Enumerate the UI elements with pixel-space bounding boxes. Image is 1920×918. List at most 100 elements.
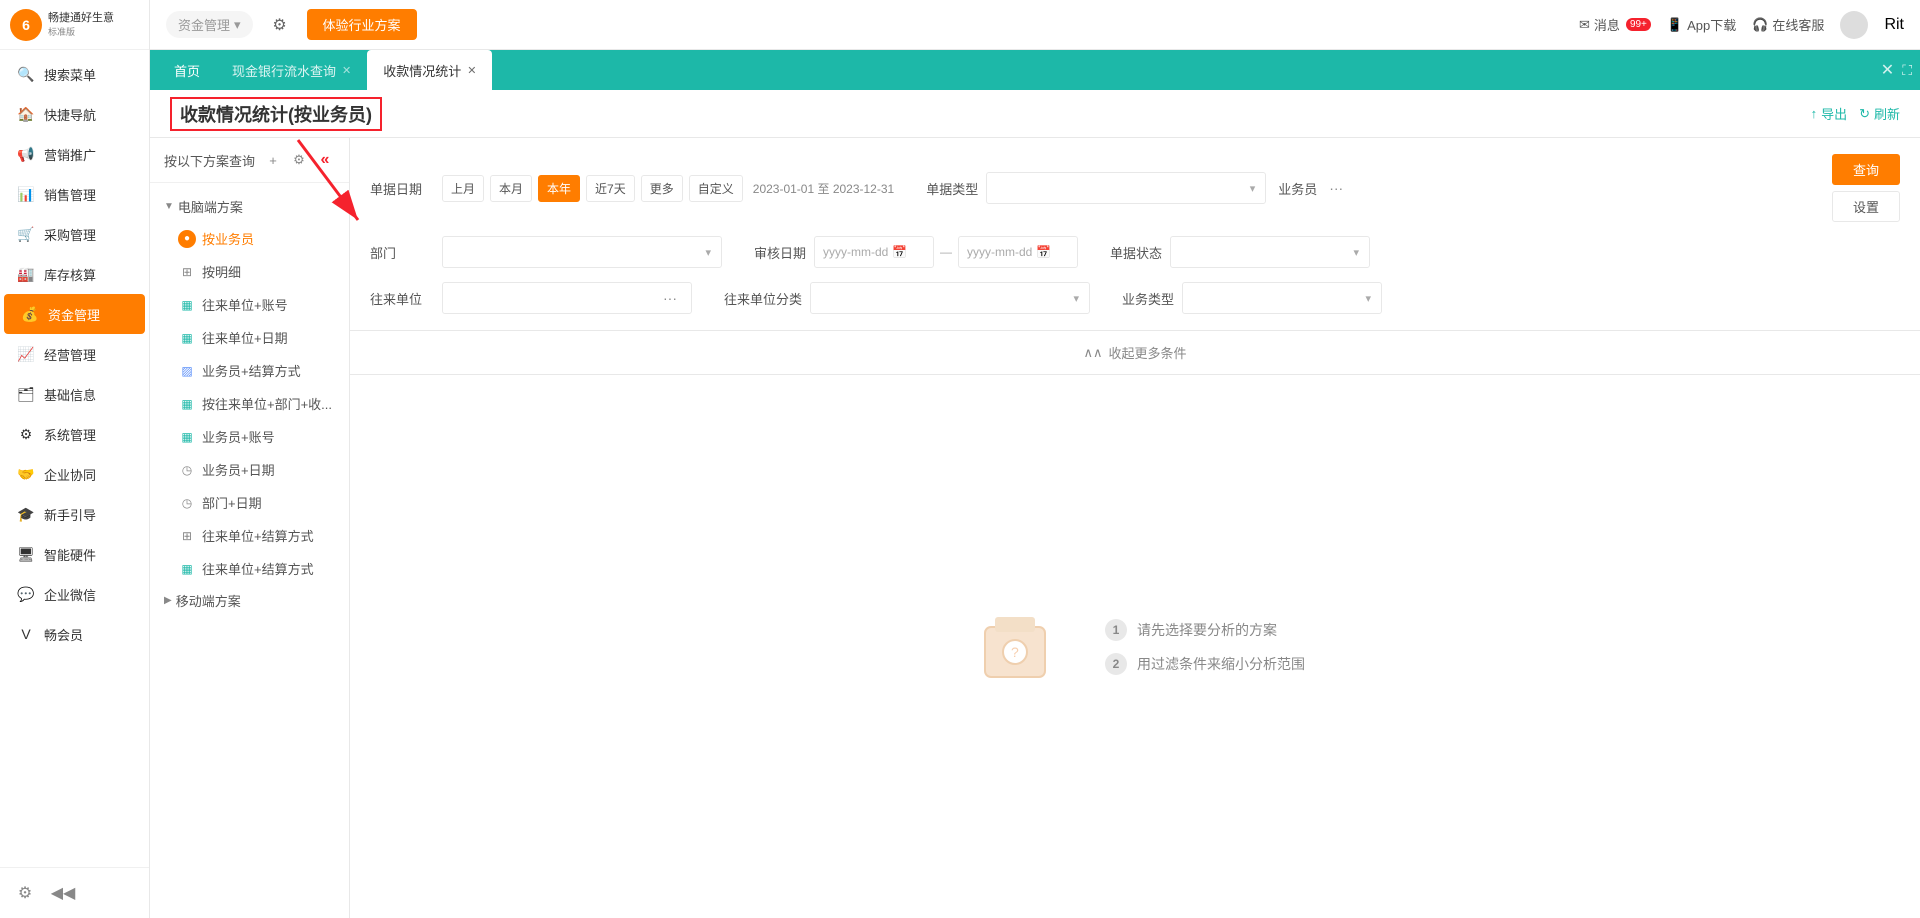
basic-info-icon: 🗂 — [16, 384, 36, 404]
collapse-more-conditions[interactable]: ∧∧ 收起更多条件 — [350, 331, 1920, 375]
refresh-button[interactable]: ↻ 刷新 — [1859, 104, 1900, 123]
collapse-arrow-icon: ∧∧ — [1083, 345, 1102, 361]
date-btn-last-7days[interactable]: 近7天 — [586, 175, 635, 202]
message-label: 消息 — [1594, 15, 1620, 34]
sidebar-item-system[interactable]: ⚙ 系统管理 — [0, 414, 149, 454]
tree-item-counterparty-date[interactable]: ▦ 往来单位+日期 — [150, 321, 349, 354]
header-gear-button[interactable]: ⚙ — [265, 10, 295, 40]
tree-item-salesperson-settlement[interactable]: ▨ 业务员+结算方式 — [150, 354, 349, 387]
close-all-tabs-button[interactable]: ✕ — [1881, 60, 1894, 80]
salesperson-icon: ● — [178, 230, 196, 248]
tree-item-counterparty-dept-collect[interactable]: ▦ 按往来单位+部门+收... — [150, 387, 349, 420]
tree-item-dept-date[interactable]: ◷ 部门+日期 — [150, 486, 349, 519]
date-filter-group: 上月 本月 本年 近7天 更多 自定义 2023-01-01 至 2023-12… — [442, 175, 894, 202]
tree-section: ▼ 电脑端方案 ● 按业务员 ⊞ 按明细 ▦ 往来单位+账号 — [150, 183, 349, 624]
app-download-button[interactable]: 📱 App下载 — [1667, 15, 1736, 34]
tab-collection[interactable]: 收款情况统计 ✕ — [367, 50, 492, 90]
tree-item-counterparty-settlement1[interactable]: ⊞ 往来单位+结算方式 — [150, 519, 349, 552]
sidebar-item-vip[interactable]: V 畅会员 — [0, 614, 149, 654]
header-left: 资金管理 ▾ ⚙ 体验行业方案 — [166, 9, 417, 40]
sidebar-footer: ⚙ ◀◀ — [0, 867, 149, 918]
page-actions: ↑ 导出 ↻ 刷新 — [1811, 104, 1900, 123]
sidebar-item-label: 企业微信 — [44, 585, 96, 604]
sidebar-item-sales[interactable]: 📊 销售管理 — [0, 174, 149, 214]
page-title: 收款情况统计(按业务员) — [170, 97, 382, 131]
sidebar-item-marketing[interactable]: 📢 营销推广 — [0, 134, 149, 174]
breadcrumb-chevron: ▾ — [234, 17, 241, 33]
tree-item-label: 按明细 — [202, 262, 241, 281]
review-date-label: 审核日期 — [754, 243, 806, 262]
tree-item-by-detail[interactable]: ⊞ 按明细 — [150, 255, 349, 288]
sales-icon: 📊 — [16, 184, 36, 204]
date-btn-more[interactable]: 更多 — [641, 175, 683, 202]
sidebar-item-finance[interactable]: 💰 资金管理 — [4, 294, 145, 334]
sidebar-item-search[interactable]: 🔍 搜索菜单 — [0, 54, 149, 94]
hardware-icon: 🖥 — [16, 544, 36, 564]
settings-button[interactable]: 设置 — [1832, 191, 1900, 222]
review-date-start[interactable]: yyyy-mm-dd 📅 — [814, 236, 934, 268]
sidebar-item-label: 销售管理 — [44, 185, 96, 204]
tab-cashflow-close[interactable]: ✕ — [342, 64, 351, 77]
review-date-end[interactable]: yyyy-mm-dd 📅 — [958, 236, 1078, 268]
settings-footer-btn[interactable]: ⚙ — [10, 878, 40, 908]
app-download-label: App下载 — [1687, 15, 1736, 34]
sidebar-item-purchase[interactable]: 🛒 采购管理 — [0, 214, 149, 254]
main-area: 资金管理 ▾ ⚙ 体验行业方案 ✉ 消息 99+ 📱 App下载 🎧 在线客服 … — [150, 0, 1920, 918]
tree-group-pc[interactable]: ▼ 电脑端方案 — [150, 191, 349, 222]
dept-select[interactable]: ▾ — [442, 236, 722, 268]
salesperson-field: 业务员 ··· — [1278, 179, 1347, 198]
sidebar-item-label: 库存核算 — [44, 265, 96, 284]
export-button[interactable]: ↑ 导出 — [1811, 104, 1848, 123]
query-form: 单据日期 上月 本月 本年 近7天 更多 自定义 2023-01-01 至 20… — [350, 138, 1920, 331]
date-btn-this-month[interactable]: 本月 — [490, 175, 532, 202]
tree-item-salesperson-account[interactable]: ▦ 业务员+账号 — [150, 420, 349, 453]
counterparty-type-field: 往来单位分类 ▾ — [724, 282, 1090, 314]
collapse-sidebar-btn[interactable]: ◀◀ — [48, 878, 78, 908]
date-btn-this-year[interactable]: 本年 — [538, 175, 580, 202]
date-btn-last-month[interactable]: 上月 — [442, 175, 484, 202]
top-header: 资金管理 ▾ ⚙ 体验行业方案 ✉ 消息 99+ 📱 App下载 🎧 在线客服 … — [150, 0, 1920, 50]
user-avatar[interactable] — [1840, 11, 1868, 39]
sidebar-item-basic-info[interactable]: 🗂 基础信息 — [0, 374, 149, 414]
counterparty-select[interactable]: ··· — [442, 282, 692, 314]
expand-tabs-button[interactable]: ⛶ — [1902, 62, 1912, 79]
tree-item-counterparty-account[interactable]: ▦ 往来单位+账号 — [150, 288, 349, 321]
date-btn-custom[interactable]: 自定义 — [689, 175, 743, 202]
message-button[interactable]: ✉ 消息 99+ — [1579, 15, 1651, 34]
sidebar-item-inventory[interactable]: 🏭 库存核算 — [0, 254, 149, 294]
filter-add-button[interactable]: + — [263, 150, 283, 170]
sidebar-item-quicknav[interactable]: 🏠 快捷导航 — [0, 94, 149, 134]
business-type-select[interactable]: ▾ — [1182, 282, 1382, 314]
form-row-1: 单据日期 上月 本月 本年 近7天 更多 自定义 2023-01-01 至 20… — [370, 154, 1900, 222]
sidebar-item-guide[interactable]: 🎓 新手引导 — [0, 494, 149, 534]
sidebar-item-operations[interactable]: 📈 经营管理 — [0, 334, 149, 374]
tree-group-pc-label: 电脑端方案 — [178, 197, 243, 216]
salesperson-more-button[interactable]: ··· — [1325, 180, 1347, 196]
tab-collection-close[interactable]: ✕ — [467, 64, 476, 77]
tree-arrow-right: ▶ — [164, 595, 172, 606]
chevron-down-icon-4: ▾ — [1073, 292, 1079, 305]
online-service-button[interactable]: 🎧 在线客服 — [1752, 15, 1824, 34]
filter-collapse-button[interactable]: « — [315, 150, 335, 170]
sidebar-item-label: 智能硬件 — [44, 545, 96, 564]
counterparty-type-select[interactable]: ▾ — [810, 282, 1090, 314]
tab-home[interactable]: 首页 — [158, 50, 216, 90]
counterparty-more-btn[interactable]: ··· — [659, 290, 681, 306]
query-button[interactable]: 查询 — [1832, 154, 1900, 185]
header-right: ✉ 消息 99+ 📱 App下载 🎧 在线客服 Rit — [1579, 11, 1904, 39]
clock-icon-2: ◷ — [178, 494, 196, 512]
tree-item-counterparty-settlement2[interactable]: ▦ 往来单位+结算方式 — [150, 552, 349, 585]
sidebar-item-enterprise[interactable]: 🤝 企业协同 — [0, 454, 149, 494]
sidebar-item-hardware[interactable]: 🖥 智能硬件 — [0, 534, 149, 574]
tree-group-mobile[interactable]: ▶ 移动端方案 — [150, 585, 349, 616]
tree-item-salesperson-date[interactable]: ◷ 业务员+日期 — [150, 453, 349, 486]
filter-panel: 按以下方案查询 + ⚙ « ▼ 电脑端方案 ● 按业务员 — [150, 138, 350, 918]
tab-cashflow[interactable]: 现金银行流水查询 ✕ — [216, 50, 367, 90]
tree-item-by-salesperson[interactable]: ● 按业务员 — [150, 222, 349, 255]
doc-status-select[interactable]: ▾ — [1170, 236, 1370, 268]
doc-type-select[interactable]: ▾ — [986, 172, 1266, 204]
salesperson-label: 业务员 — [1278, 179, 1317, 198]
sidebar-item-wechat[interactable]: 💬 企业微信 — [0, 574, 149, 614]
trial-button[interactable]: 体验行业方案 — [307, 9, 417, 40]
filter-settings-button[interactable]: ⚙ — [289, 150, 309, 170]
